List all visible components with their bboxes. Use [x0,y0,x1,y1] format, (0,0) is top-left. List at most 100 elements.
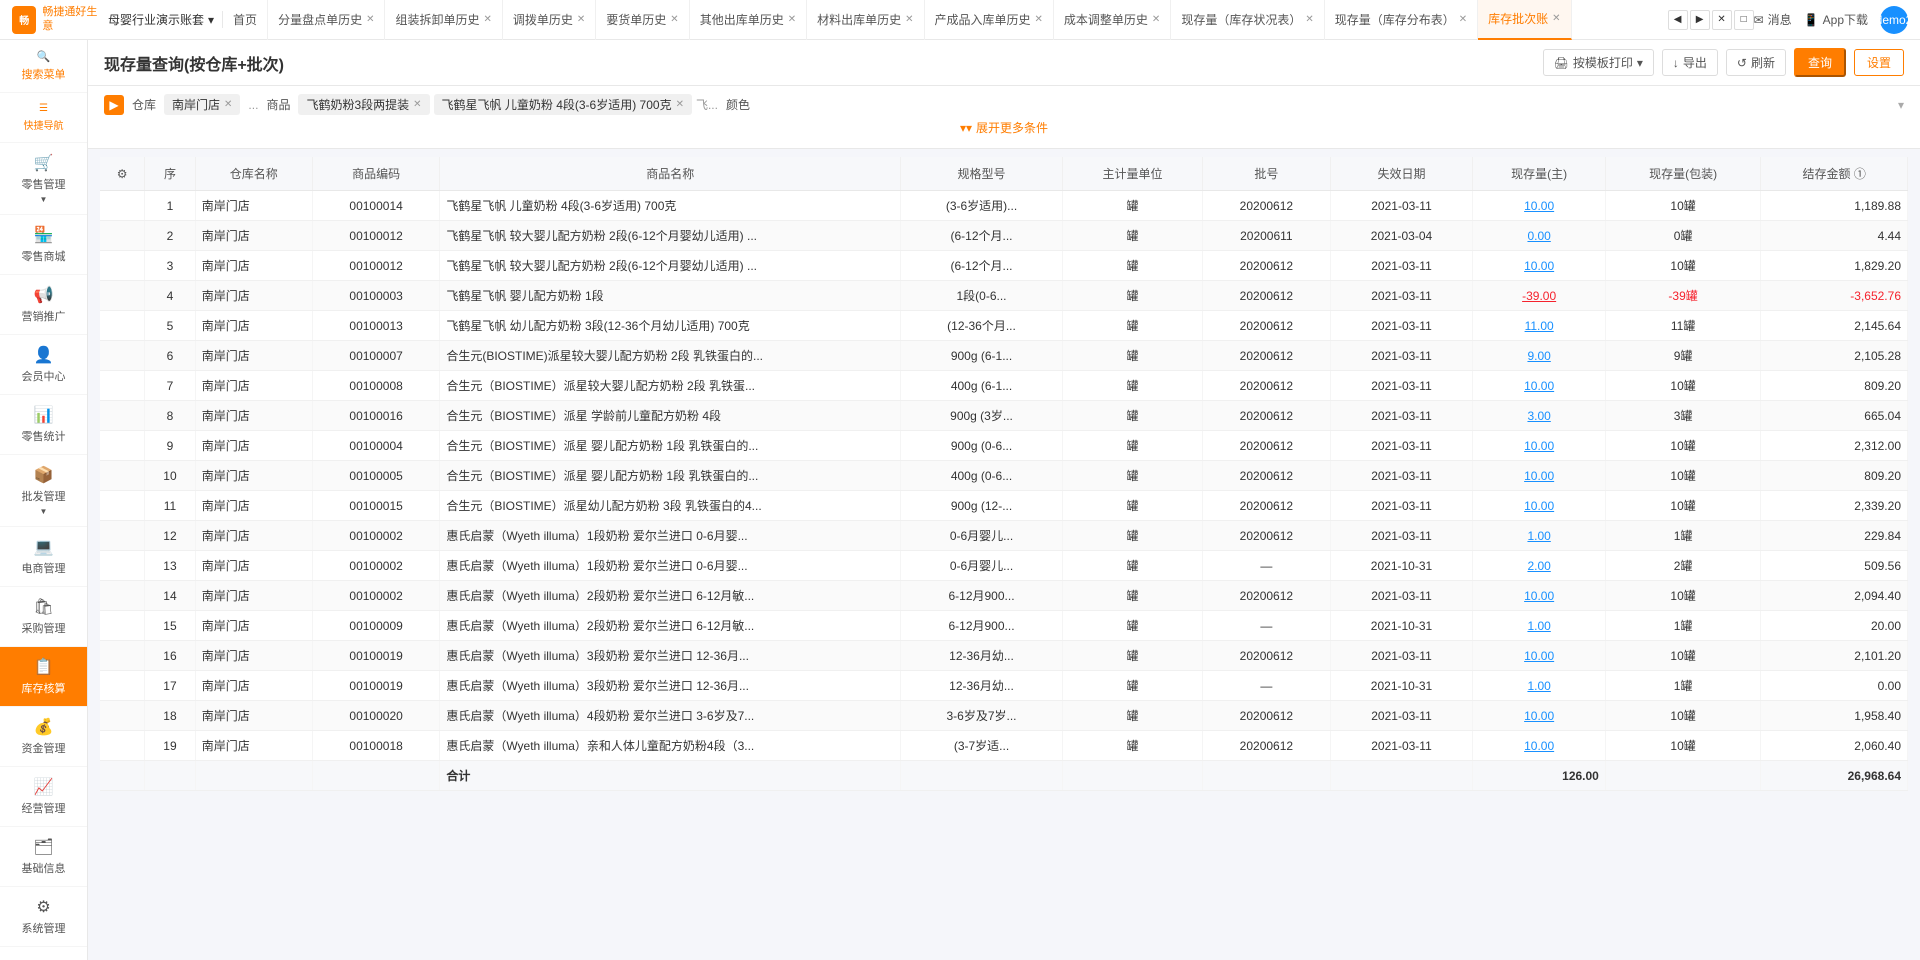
nav-tab-other_outbound[interactable]: 其他出库单历史✕ [690,0,807,40]
sidebar-item-wholesale[interactable]: 📦 批发管理 ▼ [0,455,87,527]
nav-tab-close-inventory_dist[interactable]: ✕ [1459,14,1467,25]
nav-tab-close-cost_adjust[interactable]: ✕ [1152,14,1160,25]
nav-tab-close-product_inbound[interactable]: ✕ [1035,14,1043,25]
sidebar-label-purchase: 采购管理 [22,620,66,636]
nav-tab-product_inbound[interactable]: 产成品入库单历史✕ [925,0,1054,40]
tab-close-all[interactable]: ✕ [1712,10,1732,30]
sidebar-search[interactable]: 🔍 搜索菜单 [0,40,87,93]
chevron-down-icon-print: ▾ [1637,56,1643,70]
cell-code: 00100014 [312,191,439,221]
cell-balance: 809.20 [1761,461,1908,491]
sidebar-item-retail_shop[interactable]: 🏪 零售商城 [0,215,87,275]
color-filter-label: 颜色 [726,96,750,113]
sidebar-item-operation[interactable]: 📈 经营管理 [0,767,87,827]
cell-index: 12 [145,521,196,551]
nav-tab-requisition[interactable]: 要货单历史✕ [596,0,689,40]
cell-qty-main[interactable]: 10.00 [1473,491,1605,521]
nav-tab-close-other_outbound[interactable]: ✕ [788,14,796,25]
sidebar-item-finance[interactable]: 💰 资金管理 [0,707,87,767]
nav-tab-close-inventory_status[interactable]: ✕ [1305,14,1313,25]
cell-qty-main[interactable]: 1.00 [1473,671,1605,701]
expand-icon: ▾▾ [960,121,972,135]
cell-qty-main[interactable]: 10.00 [1473,701,1605,731]
cell-qty-main[interactable]: 9.00 [1473,341,1605,371]
nav-tab-inventory_status[interactable]: 现存量（库存状况表）✕ [1171,0,1324,40]
refresh-btn[interactable]: ↺ 刷新 [1726,49,1786,76]
filter-expand-arrow[interactable]: ▶ [104,95,124,115]
sidebar-item-purchase[interactable]: 🛍 采购管理 [0,587,87,647]
nav-tab-mix_order[interactable]: 调拨单历史✕ [503,0,596,40]
sidebar-label-operation: 经营管理 [22,800,66,816]
cell-qty-main[interactable]: 10.00 [1473,581,1605,611]
settings-button[interactable]: 设置 [1854,49,1904,76]
sidebar-item-basic[interactable]: 🗂 基础信息 [0,827,87,887]
content-area: 现存量查询(按仓库+批次) 🖨 按模板打印 ▾ ↓ 导出 ↺ 刷新 查询 设置 [88,40,1920,960]
nav-tab-close-requisition[interactable]: ✕ [670,14,678,25]
sidebar-item-enterprise[interactable]: 🤝 企业协同 [0,947,87,960]
message-btn[interactable]: ✉ 消息 [1754,11,1792,28]
nav-tab-combo_disassemble[interactable]: 组装拆卸单历史✕ [385,0,502,40]
nav-tab-partial_stock[interactable]: 分量盘点单历史✕ [268,0,385,40]
cell-batch: 20200612 [1203,401,1330,431]
cell-qty-main[interactable]: -39.00 [1473,281,1605,311]
cell-qty-main[interactable]: 1.00 [1473,611,1605,641]
cell-qty-main[interactable]: 10.00 [1473,731,1605,761]
table-row: 4 南岸门店 00100003 飞鹤星飞帆 婴儿配方奶粉 1段 1段(0-6..… [100,281,1908,311]
col-settings[interactable]: ⚙ [100,157,145,191]
cell-qty-main[interactable]: 10.00 [1473,251,1605,281]
expand-more-btn[interactable]: ▾▾ 展开更多条件 [104,115,1904,140]
cell-qty-main[interactable]: 3.00 [1473,401,1605,431]
nav-tab-close-mix_order[interactable]: ✕ [577,14,585,25]
avatar[interactable]: demo2 [1880,6,1908,34]
sidebar-item-retail[interactable]: 🛒 零售管理 ▼ [0,143,87,215]
table-row: 15 南岸门店 00100009 惠氏启蒙（Wyeth illuma）2段奶粉 … [100,611,1908,641]
app-download-btn[interactable]: 📱 App下载 [1804,11,1868,28]
nav-tab-close-material_outbound[interactable]: ✕ [905,14,913,25]
export-icon: ↓ [1673,56,1679,70]
nav-tab-cost_adjust[interactable]: 成本调整单历史✕ [1054,0,1171,40]
warehouse-dots[interactable]: ... [248,98,258,112]
nav-tab-close-batch_voucher[interactable]: ✕ [1552,13,1560,24]
cell-spec: 0-6月婴儿... [901,551,1063,581]
sidebar-item-inventory[interactable]: 📋 库存核算 [0,647,87,707]
cell-qty-main[interactable]: 10.00 [1473,371,1605,401]
cell-qty-main[interactable]: 10.00 [1473,461,1605,491]
sidebar-item-ecommerce[interactable]: 💻 电商管理 [0,527,87,587]
nav-tab-close-partial_stock[interactable]: ✕ [366,14,374,25]
cell-settings [100,221,145,251]
cell-qty-main[interactable]: 10.00 [1473,191,1605,221]
sidebar-item-member[interactable]: 👤 会员中心 [0,335,87,395]
nav-tab-batch_voucher[interactable]: 库存批次账✕ [1478,0,1571,40]
cell-qty-main[interactable]: 1.00 [1473,521,1605,551]
goods-tag-remove-1[interactable]: ✕ [676,99,684,110]
tab-next-arrow[interactable]: ▶ [1690,10,1710,30]
sidebar-item-system[interactable]: ⚙ 系统管理 [0,887,87,947]
cell-index: 14 [145,581,196,611]
template-print-btn[interactable]: 🖨 按模板打印 ▾ [1543,49,1654,76]
export-btn[interactable]: ↓ 导出 [1662,49,1718,76]
warehouse-tag-0: 南岸门店 ✕ [164,94,240,115]
tab-maximize[interactable]: □ [1734,10,1754,30]
cell-qty-main[interactable]: 10.00 [1473,641,1605,671]
query-button[interactable]: 查询 [1794,48,1846,77]
nav-tab-close-combo_disassemble[interactable]: ✕ [483,14,491,25]
cell-qty-pkg: 2罐 [1605,551,1761,581]
warehouse-tag-remove-0[interactable]: ✕ [224,99,232,110]
sidebar-item-retail_stats[interactable]: 📊 零售统计 [0,395,87,455]
cell-qty-main[interactable]: 11.00 [1473,311,1605,341]
cell-qty-main[interactable]: 10.00 [1473,431,1605,461]
sidebar-quick-nav[interactable]: ☰ 快捷导航 [0,93,87,143]
industry-selector[interactable]: 母婴行业演示账套 ▾ [100,11,223,28]
nav-tab-home[interactable]: 首页 [223,0,268,40]
sidebar-item-marketing[interactable]: 📢 营销推广 [0,275,87,335]
tab-prev-arrow[interactable]: ◀ [1668,10,1688,30]
chevron-down-icon-color[interactable]: ▾ [1898,98,1904,112]
sidebar-icon-operation: 📈 [34,777,54,797]
nav-tab-inventory_dist[interactable]: 现存量（库存分布表）✕ [1325,0,1478,40]
goods-tag-remove-0[interactable]: ✕ [413,99,421,110]
goods-dots[interactable]: 飞... [696,96,718,113]
cell-qty-main[interactable]: 0.00 [1473,221,1605,251]
cell-qty-main[interactable]: 2.00 [1473,551,1605,581]
nav-tab-material_outbound[interactable]: 材料出库单历史✕ [807,0,924,40]
logo-area: 畅 畅捷通好生意 [12,6,100,34]
